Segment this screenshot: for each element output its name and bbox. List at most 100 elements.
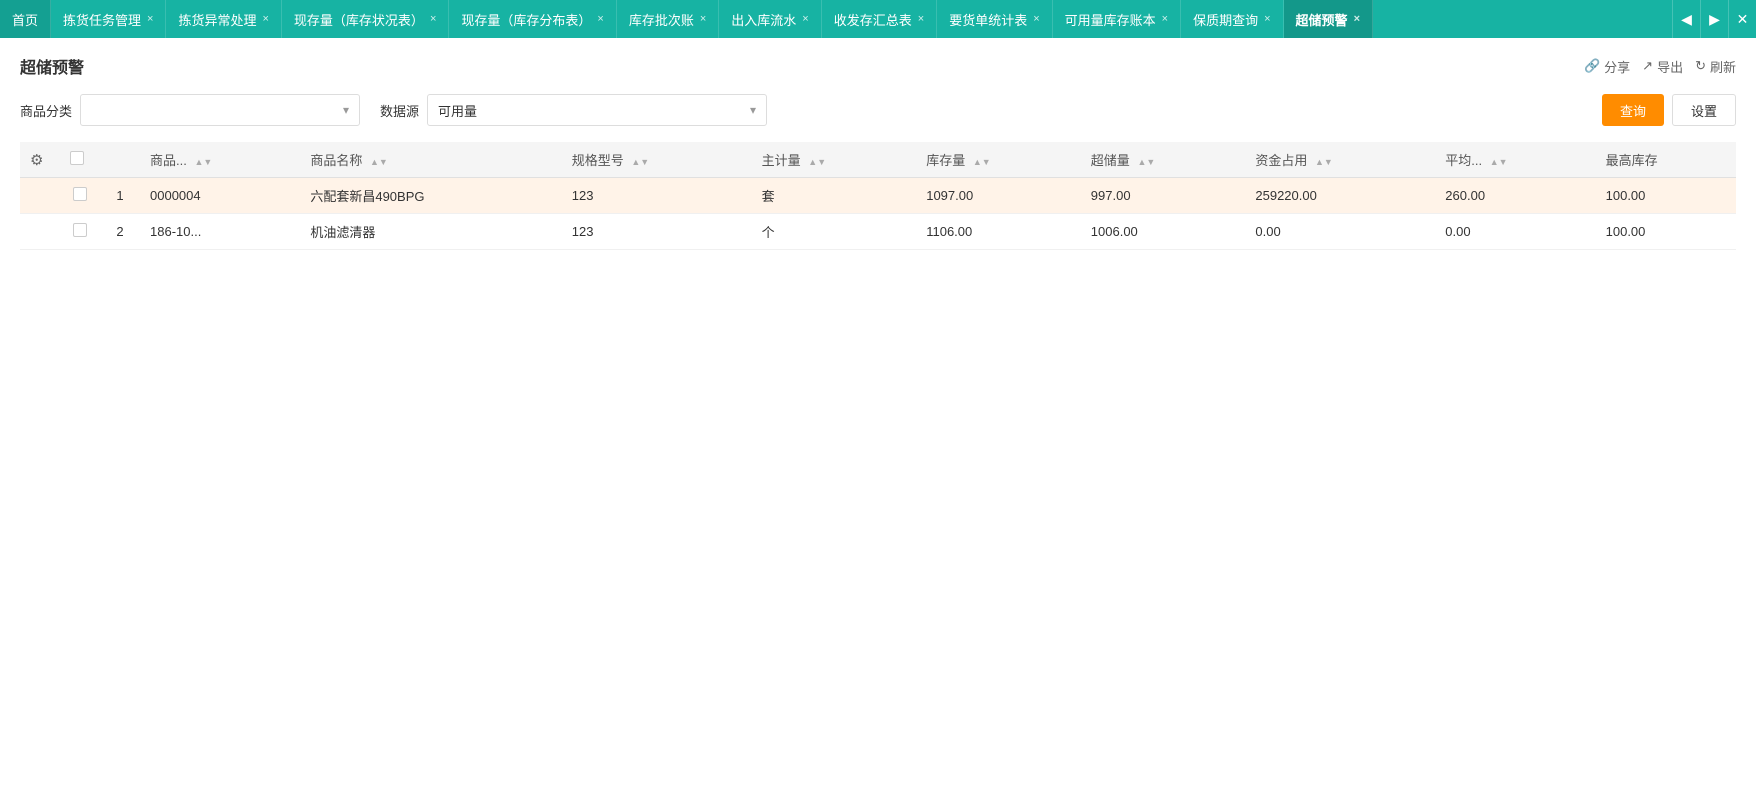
filter-row: 商品分类 ▾ 数据源 可用量 ▾ 查询 设置 <box>20 94 1736 126</box>
nav-item-label: 拣货任务管理 <box>63 10 141 29</box>
table-body: 1 0000004 六配套新昌490BPG 123 套 1097.00 997.… <box>20 178 1736 250</box>
refresh-icon: ↻ <box>1695 58 1706 74</box>
gear-icon[interactable]: ⚙ <box>30 151 43 169</box>
nav-item-order-stats[interactable]: 要货单统计表 × <box>937 0 1052 38</box>
sort-icon: ▲▼ <box>194 157 212 167</box>
col-index <box>100 142 140 178</box>
export-icon: ↗ <box>1642 58 1653 74</box>
cell-product-code: 186-10... <box>140 214 300 250</box>
close-icon[interactable]: × <box>262 13 268 25</box>
cell-capital: 0.00 <box>1245 214 1435 250</box>
col-stock[interactable]: 库存量 ▲▼ <box>916 142 1081 178</box>
cell-index: 1 <box>100 178 140 214</box>
export-button[interactable]: ↗ 导出 <box>1642 57 1683 76</box>
close-icon[interactable]: × <box>1033 13 1039 25</box>
category-label: 商品分类 <box>20 101 72 120</box>
col-spec[interactable]: 规格型号 ▲▼ <box>562 142 752 178</box>
col-max-stock[interactable]: 最高库存 <box>1596 142 1736 178</box>
query-button[interactable]: 查询 <box>1602 94 1664 126</box>
settings-button[interactable]: 设置 <box>1672 94 1736 126</box>
table-row[interactable]: 1 0000004 六配套新昌490BPG 123 套 1097.00 997.… <box>20 178 1736 214</box>
nav-item-batch[interactable]: 库存批次账 × <box>617 0 719 38</box>
cell-stock: 1106.00 <box>916 214 1081 250</box>
close-icon[interactable]: × <box>1354 13 1360 25</box>
category-filter: 商品分类 ▾ <box>20 94 360 126</box>
close-icon[interactable]: × <box>918 13 924 25</box>
page-content: 超储预警 🔗 分享 ↗ 导出 ↻ 刷新 商品分类 ▾ 数据源 <box>0 38 1756 800</box>
nav-item-abnormal[interactable]: 拣货异常处理 × <box>166 0 281 38</box>
cell-check <box>60 214 100 250</box>
nav-item-label: 现存量（库存状况表） <box>294 10 424 29</box>
nav-item-label: 库存批次账 <box>629 10 694 29</box>
datasource-select-value: 可用量 <box>438 101 477 120</box>
col-unit[interactable]: 主计量 ▲▼ <box>752 142 917 178</box>
cell-unit: 套 <box>752 178 917 214</box>
datasource-select[interactable]: 可用量 ▾ <box>427 94 767 126</box>
cell-product-code: 0000004 <box>140 178 300 214</box>
nav-item-home[interactable]: 首页 <box>0 0 51 38</box>
nav-item-label: 要货单统计表 <box>949 10 1027 29</box>
sort-icon: ▲▼ <box>808 157 826 167</box>
cell-stock: 1097.00 <box>916 178 1081 214</box>
nav-item-inventory-status[interactable]: 现存量（库存状况表） × <box>282 0 449 38</box>
close-icon[interactable]: × <box>700 13 706 25</box>
cell-overstock: 997.00 <box>1081 178 1246 214</box>
nav-item-task[interactable]: 拣货任务管理 × <box>51 0 166 38</box>
cell-avg: 260.00 <box>1435 178 1595 214</box>
refresh-button[interactable]: ↻ 刷新 <box>1695 57 1736 76</box>
nav-item-quality[interactable]: 保质期查询 × <box>1181 0 1283 38</box>
nav-item-label: 保质期查询 <box>1193 10 1258 29</box>
sort-icon: ▲▼ <box>973 157 991 167</box>
datasource-label: 数据源 <box>380 101 419 120</box>
row-checkbox[interactable] <box>73 187 87 201</box>
nav-item-label: 拣货异常处理 <box>178 10 256 29</box>
page-actions: 🔗 分享 ↗ 导出 ↻ 刷新 <box>1584 57 1736 76</box>
nav-item-inventory-dist[interactable]: 现存量（库存分布表） × <box>449 0 616 38</box>
close-icon[interactable]: × <box>1264 13 1270 25</box>
col-overstock[interactable]: 超储量 ▲▼ <box>1081 142 1246 178</box>
nav-item-label: 可用量库存账本 <box>1065 10 1156 29</box>
sort-icon: ▲▼ <box>1137 157 1155 167</box>
sort-icon: ▲▼ <box>370 157 388 167</box>
nav-item-summary[interactable]: 收发存汇总表 × <box>822 0 937 38</box>
col-product-code[interactable]: 商品... ▲▼ <box>140 142 300 178</box>
close-icon[interactable]: × <box>1162 13 1168 25</box>
cell-capital: 259220.00 <box>1245 178 1435 214</box>
col-capital[interactable]: 资金占用 ▲▼ <box>1245 142 1435 178</box>
datasource-filter: 数据源 可用量 ▾ <box>380 94 767 126</box>
table-header: ⚙ 商品... ▲▼ 商品名称 ▲▼ 规格型号 ▲▼ <box>20 142 1736 178</box>
nav-close-arrow[interactable]: ✕ <box>1728 0 1756 38</box>
nav-item-overstock[interactable]: 超储预警 × <box>1284 0 1373 38</box>
nav-item-inout[interactable]: 出入库流水 × <box>719 0 821 38</box>
nav-item-available[interactable]: 可用量库存账本 × <box>1053 0 1181 38</box>
cell-max-stock: 100.00 <box>1596 178 1736 214</box>
nav-right-arrow[interactable]: ▶ <box>1700 0 1728 38</box>
close-icon[interactable]: × <box>430 13 436 25</box>
cell-settings <box>20 178 60 214</box>
row-checkbox[interactable] <box>73 223 87 237</box>
share-icon: 🔗 <box>1584 58 1600 74</box>
nav-left-arrow[interactable]: ◀ <box>1672 0 1700 38</box>
cell-product-name: 六配套新昌490BPG <box>300 178 561 214</box>
nav-bar: 首页 拣货任务管理 × 拣货异常处理 × 现存量（库存状况表） × 现存量（库存… <box>0 0 1756 38</box>
col-product-name[interactable]: 商品名称 ▲▼ <box>300 142 561 178</box>
header-checkbox[interactable] <box>70 151 84 165</box>
cell-check <box>60 178 100 214</box>
sort-icon: ▲▼ <box>1490 157 1508 167</box>
table-row[interactable]: 2 186-10... 机油滤清器 123 个 1106.00 1006.00 … <box>20 214 1736 250</box>
category-select[interactable]: ▾ <box>80 94 360 126</box>
close-icon[interactable]: × <box>802 13 808 25</box>
close-icon[interactable]: × <box>597 13 603 25</box>
data-table: ⚙ 商品... ▲▼ 商品名称 ▲▼ 规格型号 ▲▼ <box>20 142 1736 250</box>
close-icon[interactable]: × <box>147 13 153 25</box>
share-button[interactable]: 🔗 分享 <box>1584 57 1630 76</box>
col-avg[interactable]: 平均... ▲▼ <box>1435 142 1595 178</box>
page-header: 超储预警 🔗 分享 ↗ 导出 ↻ 刷新 <box>20 54 1736 78</box>
nav-item-label: 现存量（库存分布表） <box>461 10 591 29</box>
chevron-down-icon: ▾ <box>750 103 756 117</box>
nav-item-label: 收发存汇总表 <box>834 10 912 29</box>
cell-avg: 0.00 <box>1435 214 1595 250</box>
cell-max-stock: 100.00 <box>1596 214 1736 250</box>
nav-item-label: 首页 <box>12 10 38 29</box>
cell-spec: 123 <box>562 214 752 250</box>
